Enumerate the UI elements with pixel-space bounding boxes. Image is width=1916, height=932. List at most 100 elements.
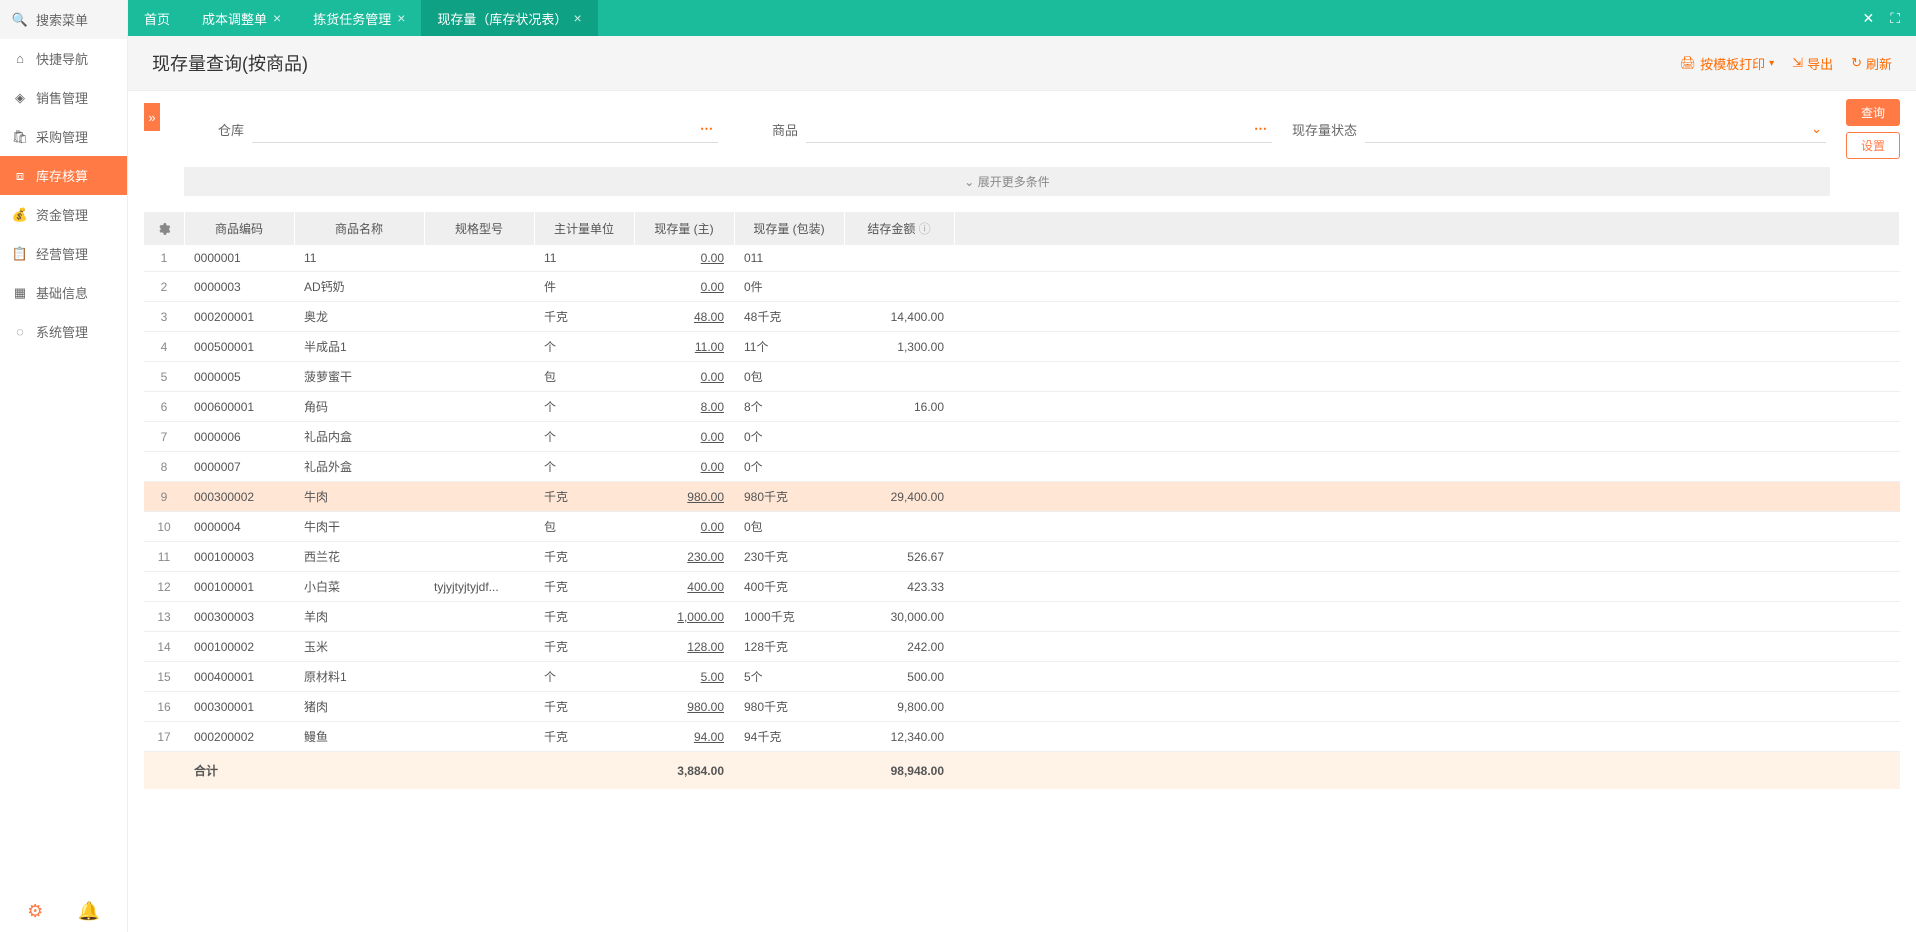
table-row[interactable]: 5 0000005 菠萝蜜干 包 0.00 0包 (144, 362, 1900, 392)
header-amount[interactable]: 结存金额 ⓘ (844, 212, 954, 245)
sidebar-item-7[interactable]: ▦基础信息 (0, 273, 127, 312)
refresh-button[interactable]: ↻ 刷新 (1851, 54, 1892, 73)
cell-unit: 千克 (534, 632, 634, 662)
status-select[interactable]: ⌄ (1365, 115, 1826, 143)
lookup-icon[interactable]: ⋯ (700, 121, 714, 137)
tab-3[interactable]: 现存量（库存状况表）× (421, 0, 597, 36)
cell-qty-main[interactable]: 11.00 (634, 332, 734, 362)
table-row[interactable]: 4 000500001 半成品1 个 11.00 11个 1,300.00 (144, 332, 1900, 362)
cell-unit: 个 (534, 662, 634, 692)
sidebar-item-1[interactable]: ⌂快捷导航 (0, 39, 127, 78)
product-input[interactable]: ⋯ (806, 115, 1272, 143)
cell-qty-main[interactable]: 0.00 (634, 512, 734, 542)
table-row[interactable]: 11 000100003 西兰花 千克 230.00 230千克 526.67 (144, 542, 1900, 572)
cell-qty-main[interactable]: 230.00 (634, 542, 734, 572)
cell-index: 1 (144, 245, 184, 272)
table-row[interactable]: 17 000200002 鳗鱼 千克 94.00 94千克 12,340.00 (144, 722, 1900, 752)
table-row[interactable]: 15 000400001 原材料1 个 5.00 5个 500.00 (144, 662, 1900, 692)
cell-qty-main[interactable]: 980.00 (634, 692, 734, 722)
cell-qty-main[interactable]: 0.00 (634, 422, 734, 452)
table-container: 商品编码 商品名称 规格型号 主计量单位 现存量 (主) 现存量 (包装) 结存… (128, 196, 1916, 932)
table-row[interactable]: 14 000100002 玉米 千克 128.00 128千克 242.00 (144, 632, 1900, 662)
cell-qty-main[interactable]: 0.00 (634, 245, 734, 272)
table-row[interactable]: 9 000300002 牛肉 千克 980.00 980千克 29,400.00 (144, 482, 1900, 512)
header-name[interactable]: 商品名称 (294, 212, 424, 245)
tab-2[interactable]: 拣货任务管理× (297, 0, 421, 36)
sidebar-item-3[interactable]: 🛍采购管理 (0, 117, 127, 156)
sidebar-item-8[interactable]: ◌系统管理 (0, 312, 127, 351)
sidebar-item-label: 经营管理 (36, 244, 88, 263)
cell-qty-main[interactable]: 0.00 (634, 452, 734, 482)
tab-0[interactable]: 首页 (128, 0, 186, 36)
cell-amount (844, 512, 954, 542)
lookup-icon[interactable]: ⋯ (1254, 121, 1268, 137)
cell-spec (424, 272, 534, 302)
cell-amount: 9,800.00 (844, 692, 954, 722)
sidebar-item-5[interactable]: 💰资金管理 (0, 195, 127, 234)
cell-index: 2 (144, 272, 184, 302)
cell-qty-main[interactable]: 5.00 (634, 662, 734, 692)
sidebar-item-0[interactable]: 🔍搜索菜单 (0, 0, 127, 39)
print-icon: 🖨 (1680, 55, 1697, 71)
notification-icon[interactable]: 🔔 (77, 901, 99, 922)
expand-more-filters[interactable]: ⌄ 展开更多条件 (184, 167, 1830, 196)
cell-code: 000500001 (184, 332, 294, 362)
cell-qty-main[interactable]: 1,000.00 (634, 602, 734, 632)
collapse-filters-button[interactable]: » (144, 103, 160, 131)
table-row[interactable]: 12 000100001 小白菜 tyjyjtyjtyjdf... 千克 400… (144, 572, 1900, 602)
gear-icon[interactable]: ⚙ (27, 901, 43, 922)
close-icon[interactable]: × (273, 10, 281, 26)
cell-qty-pack: 0包 (734, 362, 844, 392)
table-row[interactable]: 8 0000007 礼品外盒 个 0.00 0个 (144, 452, 1900, 482)
tab-1[interactable]: 成本调整单× (186, 0, 297, 36)
cell-spacer (954, 392, 1900, 422)
cell-qty-main[interactable]: 94.00 (634, 722, 734, 752)
cell-qty-main[interactable]: 0.00 (634, 272, 734, 302)
cell-spacer (954, 572, 1900, 602)
export-button[interactable]: ⇲ 导出 (1792, 54, 1833, 73)
table-row[interactable]: 10 0000004 牛肉干 包 0.00 0包 (144, 512, 1900, 542)
cell-amount (844, 272, 954, 302)
table-row[interactable]: 6 000600001 角码 个 8.00 8个 16.00 (144, 392, 1900, 422)
cell-index: 14 (144, 632, 184, 662)
cell-name: 菠萝蜜干 (294, 362, 424, 392)
header-qty-main[interactable]: 现存量 (主) (634, 212, 734, 245)
cell-qty-pack: 230千克 (734, 542, 844, 572)
header-qty-pack[interactable]: 现存量 (包装) (734, 212, 844, 245)
fullscreen-icon[interactable]: ⛶ (1890, 10, 1900, 27)
cell-qty-main[interactable]: 0.00 (634, 362, 734, 392)
cell-code: 0000006 (184, 422, 294, 452)
header-code[interactable]: 商品编码 (184, 212, 294, 245)
sidebar-item-6[interactable]: 📋经营管理 (0, 234, 127, 273)
footer-amt-total: 98,948.00 (844, 752, 954, 790)
cell-qty-main[interactable]: 128.00 (634, 632, 734, 662)
print-button[interactable]: 🖨 按模板打印 ▾ (1680, 54, 1775, 73)
help-icon[interactable]: ⓘ (919, 222, 931, 236)
close-icon[interactable]: × (397, 10, 405, 26)
table-row[interactable]: 7 0000006 礼品内盒 个 0.00 0个 (144, 422, 1900, 452)
header-unit[interactable]: 主计量单位 (534, 212, 634, 245)
table-row[interactable]: 1 0000001 11 11 0.00 011 (144, 245, 1900, 272)
cell-qty-main[interactable]: 8.00 (634, 392, 734, 422)
query-button[interactable]: 查询 (1846, 99, 1900, 126)
cell-qty-main[interactable]: 980.00 (634, 482, 734, 512)
cell-qty-main[interactable]: 48.00 (634, 302, 734, 332)
cell-qty-main[interactable]: 400.00 (634, 572, 734, 602)
close-all-tabs-icon[interactable]: ✕ (1862, 10, 1874, 27)
filter-bar: » 仓库 ⋯ 商品 ⋯ 现存量状态 ⌄ (128, 91, 1916, 196)
table-row[interactable]: 13 000300003 羊肉 千克 1,000.00 1000千克 30,00… (144, 602, 1900, 632)
settings-button[interactable]: 设置 (1846, 132, 1900, 159)
header-spec[interactable]: 规格型号 (424, 212, 534, 245)
table-row[interactable]: 2 0000003 AD钙奶 件 0.00 0件 (144, 272, 1900, 302)
cell-name: 牛肉 (294, 482, 424, 512)
sidebar-item-4[interactable]: ⧈库存核算 (0, 156, 127, 195)
cell-code: 0000007 (184, 452, 294, 482)
warehouse-input[interactable]: ⋯ (252, 115, 718, 143)
table-row[interactable]: 16 000300001 猪肉 千克 980.00 980千克 9,800.00 (144, 692, 1900, 722)
close-icon[interactable]: × (573, 10, 581, 26)
cell-qty-pack: 980千克 (734, 482, 844, 512)
sidebar-item-2[interactable]: ◈销售管理 (0, 78, 127, 117)
table-row[interactable]: 3 000200001 奥龙 千克 48.00 48千克 14,400.00 (144, 302, 1900, 332)
cell-amount (844, 245, 954, 272)
table-settings-header[interactable] (144, 212, 184, 245)
